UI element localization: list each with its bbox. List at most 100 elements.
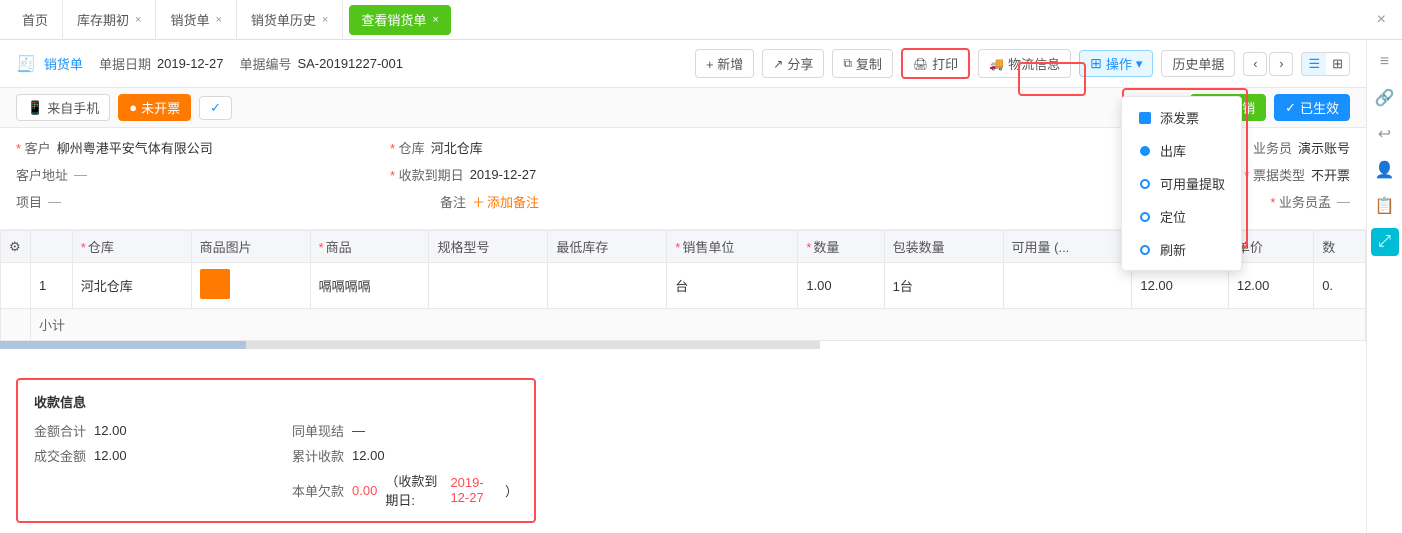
effective-label: 已生效 — [1300, 98, 1339, 117]
outbound-icon — [1138, 144, 1152, 158]
doc-type-label: 销货单 — [44, 54, 83, 73]
logistics-label: 物流信息 — [1008, 54, 1060, 73]
history-button[interactable]: 历史单据 — [1161, 50, 1235, 77]
copy-button[interactable]: ⧉ 复制 — [832, 49, 893, 78]
number-label: 单据编号 — [239, 54, 291, 73]
available-qty-label: 可用量提取 — [1160, 174, 1225, 193]
cell-gear — [1, 263, 31, 309]
sidebar-icon-3[interactable]: ↩ — [1371, 120, 1399, 148]
tab-view-sales[interactable]: 查看销货单 × — [349, 5, 450, 35]
effective-check-icon: ✓ — [1285, 100, 1296, 116]
not-opened-label: 未开票 — [141, 98, 180, 117]
dropdown-arrow-icon: ▾ — [1136, 56, 1143, 72]
effective-button[interactable]: ✓ 已生效 — [1274, 94, 1350, 121]
tab-inventory-init-label: 库存期初 — [77, 10, 129, 29]
check-icon: ✓ — [210, 100, 221, 116]
operations-button[interactable]: ⊞ 操作 ▾ — [1079, 50, 1153, 77]
payment-date-field: 收款到期日 2019-12-27 — [390, 165, 740, 184]
sidebar-icon-4[interactable]: 👤 — [1371, 156, 1399, 184]
truck-icon: 🚚 — [989, 57, 1004, 71]
share-button[interactable]: ↗ 分享 — [762, 49, 824, 78]
sidebar-icon-5[interactable]: 📋 — [1371, 192, 1399, 220]
refresh-label: 刷新 — [1160, 240, 1186, 259]
right-sidebar: ≡ 🔗 ↩ 👤 📋 ⤢ — [1366, 40, 1402, 533]
confirmed-icon-btn[interactable]: ✓ — [199, 96, 232, 120]
owed-value: 0.00 — [352, 483, 377, 498]
col-spec: 规格型号 — [429, 231, 548, 263]
copy-label: 复制 — [856, 54, 882, 73]
same-order-item: 同单现结 — — [292, 421, 518, 440]
employee2-field: 业务员孟 — — [1270, 192, 1350, 211]
dropdown-locate[interactable]: 定位 — [1122, 200, 1241, 233]
col-gear: ⚙ — [1, 231, 31, 263]
owed-label: 本单欠款 — [292, 481, 344, 500]
payment-date-label: 收款到期日 — [390, 165, 464, 184]
plus-icon: ＋ — [472, 192, 485, 211]
transaction-item: 成交金额 12.00 — [34, 446, 260, 465]
dropdown-refresh[interactable]: 刷新 — [1122, 233, 1241, 266]
col-sales-unit: *销售单位 — [667, 231, 798, 263]
cell-quantity: 1.00 — [798, 263, 884, 309]
payment-date-value: 2019-12-27 — [470, 167, 537, 182]
scroll-bar[interactable] — [0, 341, 820, 349]
sidebar-icon-1[interactable]: ≡ — [1371, 48, 1399, 76]
total-amount-item: 金额合计 12.00 — [34, 421, 260, 440]
next-button[interactable]: › — [1269, 52, 1293, 76]
locate-label: 定位 — [1160, 207, 1186, 226]
add-note-button[interactable]: ＋ 添加备注 — [472, 192, 539, 211]
employee-field: 业务员 演示账号 — [1253, 138, 1350, 157]
tab-inventory-init[interactable]: 库存期初 × — [63, 0, 156, 40]
doc-title: 🧾 销货单 — [16, 54, 83, 74]
share-label: 分享 — [787, 54, 813, 73]
transaction-label: 成交金额 — [34, 446, 86, 465]
view-toggle: ☰ ⊞ — [1301, 52, 1350, 76]
ticket-type-value: 不开票 — [1311, 165, 1350, 184]
cell-min-stock — [548, 263, 667, 309]
from-mobile-button[interactable]: 📱 来自手机 — [16, 94, 110, 121]
owed-close: ） — [505, 481, 518, 500]
dropdown-add-invoice[interactable]: 添发票 — [1122, 101, 1241, 134]
not-opened-button[interactable]: ● 未开票 — [118, 94, 191, 121]
total-amount-label: 金额合计 — [34, 421, 86, 440]
sidebar-icon-expand[interactable]: ⤢ — [1371, 228, 1399, 256]
employee2-label: 业务员孟 — [1270, 192, 1331, 211]
logistics-button[interactable]: 🚚 物流信息 — [978, 49, 1071, 78]
cell-product-img — [191, 263, 310, 309]
list-view-button[interactable]: ☰ — [1302, 53, 1326, 75]
cumulative-value: 12.00 — [352, 448, 385, 463]
tab-inventory-init-close[interactable]: × — [135, 14, 141, 26]
available-qty-icon — [1138, 177, 1152, 191]
subtotal-label: 小计 — [31, 309, 1366, 341]
history-label: 历史单据 — [1172, 57, 1224, 72]
print-label: 打印 — [932, 54, 958, 73]
col-available: 可用量 (... — [1003, 231, 1132, 263]
prev-button[interactable]: ‹ — [1243, 52, 1267, 76]
transaction-value: 12.00 — [94, 448, 127, 463]
col-product-img: 商品图片 — [191, 231, 310, 263]
dropdown-available-qty[interactable]: 可用量提取 — [1122, 167, 1241, 200]
warehouse-field: 仓库 河北仓库 — [390, 138, 740, 157]
tab-view-sales-close[interactable]: × — [432, 14, 438, 26]
col-pack-qty: 包装数量 — [884, 231, 1003, 263]
tab-sales-history[interactable]: 销货单历史 × — [237, 0, 343, 40]
tab-home[interactable]: 首页 — [8, 0, 63, 40]
cell-amount: 0. — [1314, 263, 1366, 309]
customer-value: 柳州粤港平安气体有限公司 — [57, 138, 213, 157]
payment-section: 收款信息 金额合计 12.00 同单现结 — 成交金额 12.00 累计收款 1… — [16, 378, 536, 523]
print-button[interactable]: 🖨 打印 — [901, 48, 970, 79]
tab-sales-history-close[interactable]: × — [322, 14, 328, 26]
tab-sales-order[interactable]: 销货单 × — [156, 0, 236, 40]
sidebar-icon-2[interactable]: 🔗 — [1371, 84, 1399, 112]
from-mobile-label: 来自手机 — [47, 98, 99, 117]
new-label: + 新增 — [706, 54, 743, 73]
dropdown-outbound[interactable]: 出库 — [1122, 134, 1241, 167]
owed-date: 2019-12-27 — [450, 475, 497, 505]
window-close-button[interactable]: × — [1369, 11, 1394, 29]
new-button[interactable]: + 新增 — [695, 49, 754, 78]
payment-title: 收款信息 — [34, 392, 518, 411]
col-index — [31, 231, 73, 263]
tab-sales-order-close[interactable]: × — [215, 14, 221, 26]
grid-view-button[interactable]: ⊞ — [1326, 53, 1349, 75]
doc-meta: 单据日期 2019-12-27 单据编号 SA-20191227-001 — [99, 54, 403, 73]
number-value: SA-20191227-001 — [297, 56, 403, 71]
